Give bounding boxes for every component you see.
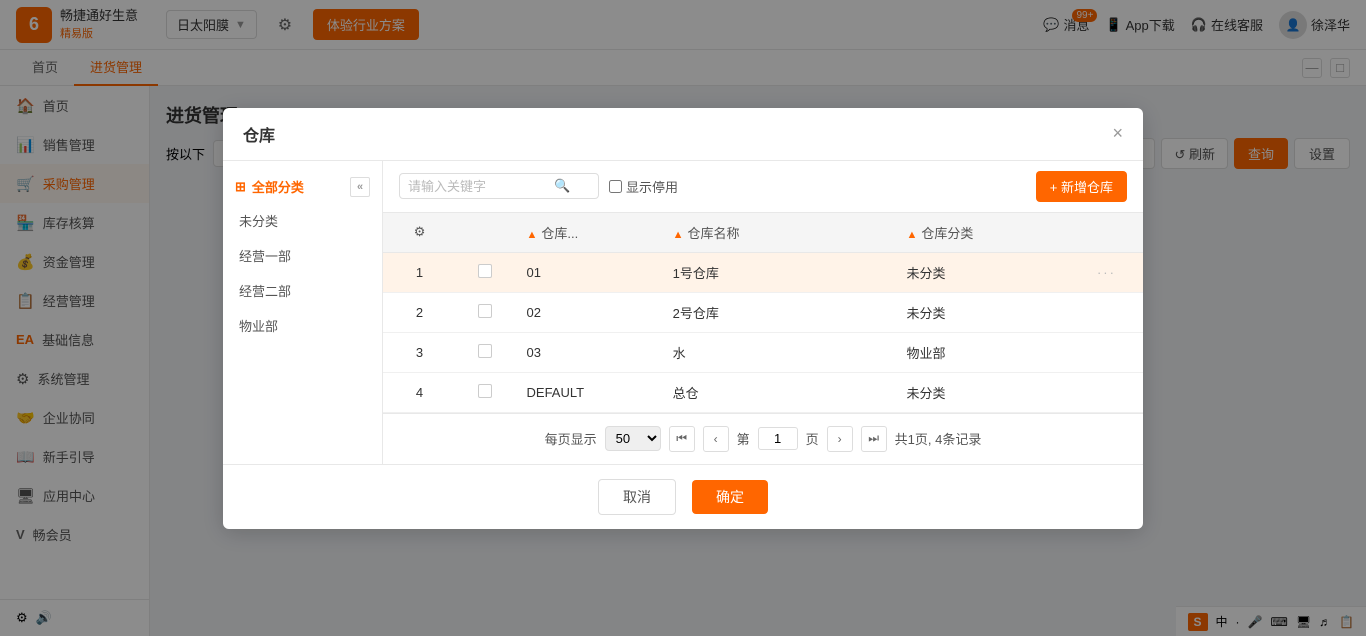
last-page-button[interactable]: ⏭ <box>861 426 887 452</box>
th-more <box>1070 213 1143 253</box>
show-disabled-label[interactable]: 显示停用 <box>609 177 678 196</box>
add-warehouse-button[interactable]: + 新增仓库 <box>1036 171 1127 202</box>
data-table: ⚙ ▲仓库... ▲仓库名称 ▲仓库分类 <box>383 213 1143 413</box>
th-code: ▲仓库... <box>515 213 661 253</box>
collapse-button[interactable]: « <box>350 177 370 197</box>
table-row[interactable]: 3 03 水 物业部 <box>383 332 1143 372</box>
th-category: ▲仓库分类 <box>895 213 1070 253</box>
row-more[interactable] <box>1070 292 1143 332</box>
row-category: 未分类 <box>895 252 1070 292</box>
row-check[interactable] <box>456 332 514 372</box>
show-disabled-checkbox[interactable] <box>609 180 622 193</box>
row-index: 2 <box>383 292 456 332</box>
row-more[interactable] <box>1070 372 1143 412</box>
cat-header-label: 全部分类 <box>252 177 304 196</box>
row-name: 总仓 <box>661 372 895 412</box>
search-input[interactable] <box>408 179 548 194</box>
search-icon[interactable]: 🔍 <box>554 178 570 194</box>
checkbox-icon[interactable] <box>478 344 492 358</box>
cat-item-dept2[interactable]: 经营二部 <box>223 273 382 308</box>
show-disabled-text: 显示停用 <box>626 177 678 196</box>
gear-icon: ⚙ <box>414 224 426 239</box>
search-box: 🔍 <box>399 173 599 199</box>
next-page-button[interactable]: › <box>827 426 853 452</box>
cancel-button[interactable]: 取消 <box>598 479 676 515</box>
cat-item-unclassified[interactable]: 未分类 <box>223 203 382 238</box>
cat-item-property[interactable]: 物业部 <box>223 308 382 343</box>
per-page-label: 每页显示 <box>545 429 597 448</box>
row-check[interactable] <box>456 252 514 292</box>
table-area: 🔍 显示停用 + 新增仓库 ⚙ <box>383 161 1143 464</box>
row-check[interactable] <box>456 292 514 332</box>
row-code: 01 <box>515 252 661 292</box>
more-icon[interactable]: ··· <box>1097 265 1116 280</box>
row-category: 未分类 <box>895 372 1070 412</box>
checkbox-icon[interactable] <box>478 264 492 278</box>
row-code: 02 <box>515 292 661 332</box>
th-name: ▲仓库名称 <box>661 213 895 253</box>
page-summary: 共1页, 4条记录 <box>895 429 982 448</box>
category-sidebar: ⊞ 全部分类 « 未分类 经营一部 经营二部 物业部 <box>223 161 383 464</box>
modal-title: 仓库 <box>243 122 275 146</box>
row-index: 4 <box>383 372 456 412</box>
table-toolbar: 🔍 显示停用 + 新增仓库 <box>383 161 1143 213</box>
row-category: 未分类 <box>895 292 1070 332</box>
table-row[interactable]: 2 02 2号仓库 未分类 <box>383 292 1143 332</box>
modal-header: 仓库 × <box>223 108 1143 161</box>
grid-icon: ⊞ <box>235 179 246 195</box>
table-header-row: ⚙ ▲仓库... ▲仓库名称 ▲仓库分类 <box>383 213 1143 253</box>
confirm-button[interactable]: 确定 <box>692 480 768 514</box>
row-check[interactable] <box>456 372 514 412</box>
per-page-select[interactable]: 10 20 50 100 <box>605 426 661 451</box>
row-code: 03 <box>515 332 661 372</box>
table-row[interactable]: 1 01 1号仓库 未分类 ··· <box>383 252 1143 292</box>
checkbox-icon[interactable] <box>478 304 492 318</box>
th-settings: ⚙ <box>383 213 456 253</box>
page-label: 页 <box>806 429 819 448</box>
row-more[interactable]: ··· <box>1070 252 1143 292</box>
row-name: 水 <box>661 332 895 372</box>
modal-overlay: 仓库 × ⊞ 全部分类 « 未分类 经营一部 经营二部 物业部 <box>0 0 1366 636</box>
pagination: 每页显示 10 20 50 100 ⏮ ‹ 第 页 › ⏭ 共1页, 4条记录 <box>383 413 1143 464</box>
close-icon[interactable]: × <box>1112 123 1123 144</box>
checkbox-icon[interactable] <box>478 384 492 398</box>
row-index: 3 <box>383 332 456 372</box>
page-input[interactable] <box>758 427 798 450</box>
modal-footer: 取消 确定 <box>223 464 1143 529</box>
first-page-button[interactable]: ⏮ <box>669 426 695 452</box>
cat-item-dept1[interactable]: 经营一部 <box>223 238 382 273</box>
row-code: DEFAULT <box>515 372 661 412</box>
row-category: 物业部 <box>895 332 1070 372</box>
warehouse-modal: 仓库 × ⊞ 全部分类 « 未分类 经营一部 经营二部 物业部 <box>223 108 1143 529</box>
prev-page-button[interactable]: ‹ <box>703 426 729 452</box>
row-name: 2号仓库 <box>661 292 895 332</box>
row-name: 1号仓库 <box>661 252 895 292</box>
modal-body: ⊞ 全部分类 « 未分类 经营一部 经营二部 物业部 🔍 <box>223 161 1143 464</box>
table-row[interactable]: 4 DEFAULT 总仓 未分类 <box>383 372 1143 412</box>
page-label-pre: 第 <box>737 429 750 448</box>
row-more[interactable] <box>1070 332 1143 372</box>
category-header[interactable]: ⊞ 全部分类 « <box>223 171 382 203</box>
row-index: 1 <box>383 252 456 292</box>
th-check <box>456 213 514 253</box>
warehouse-table: ⚙ ▲仓库... ▲仓库名称 ▲仓库分类 <box>383 213 1143 413</box>
